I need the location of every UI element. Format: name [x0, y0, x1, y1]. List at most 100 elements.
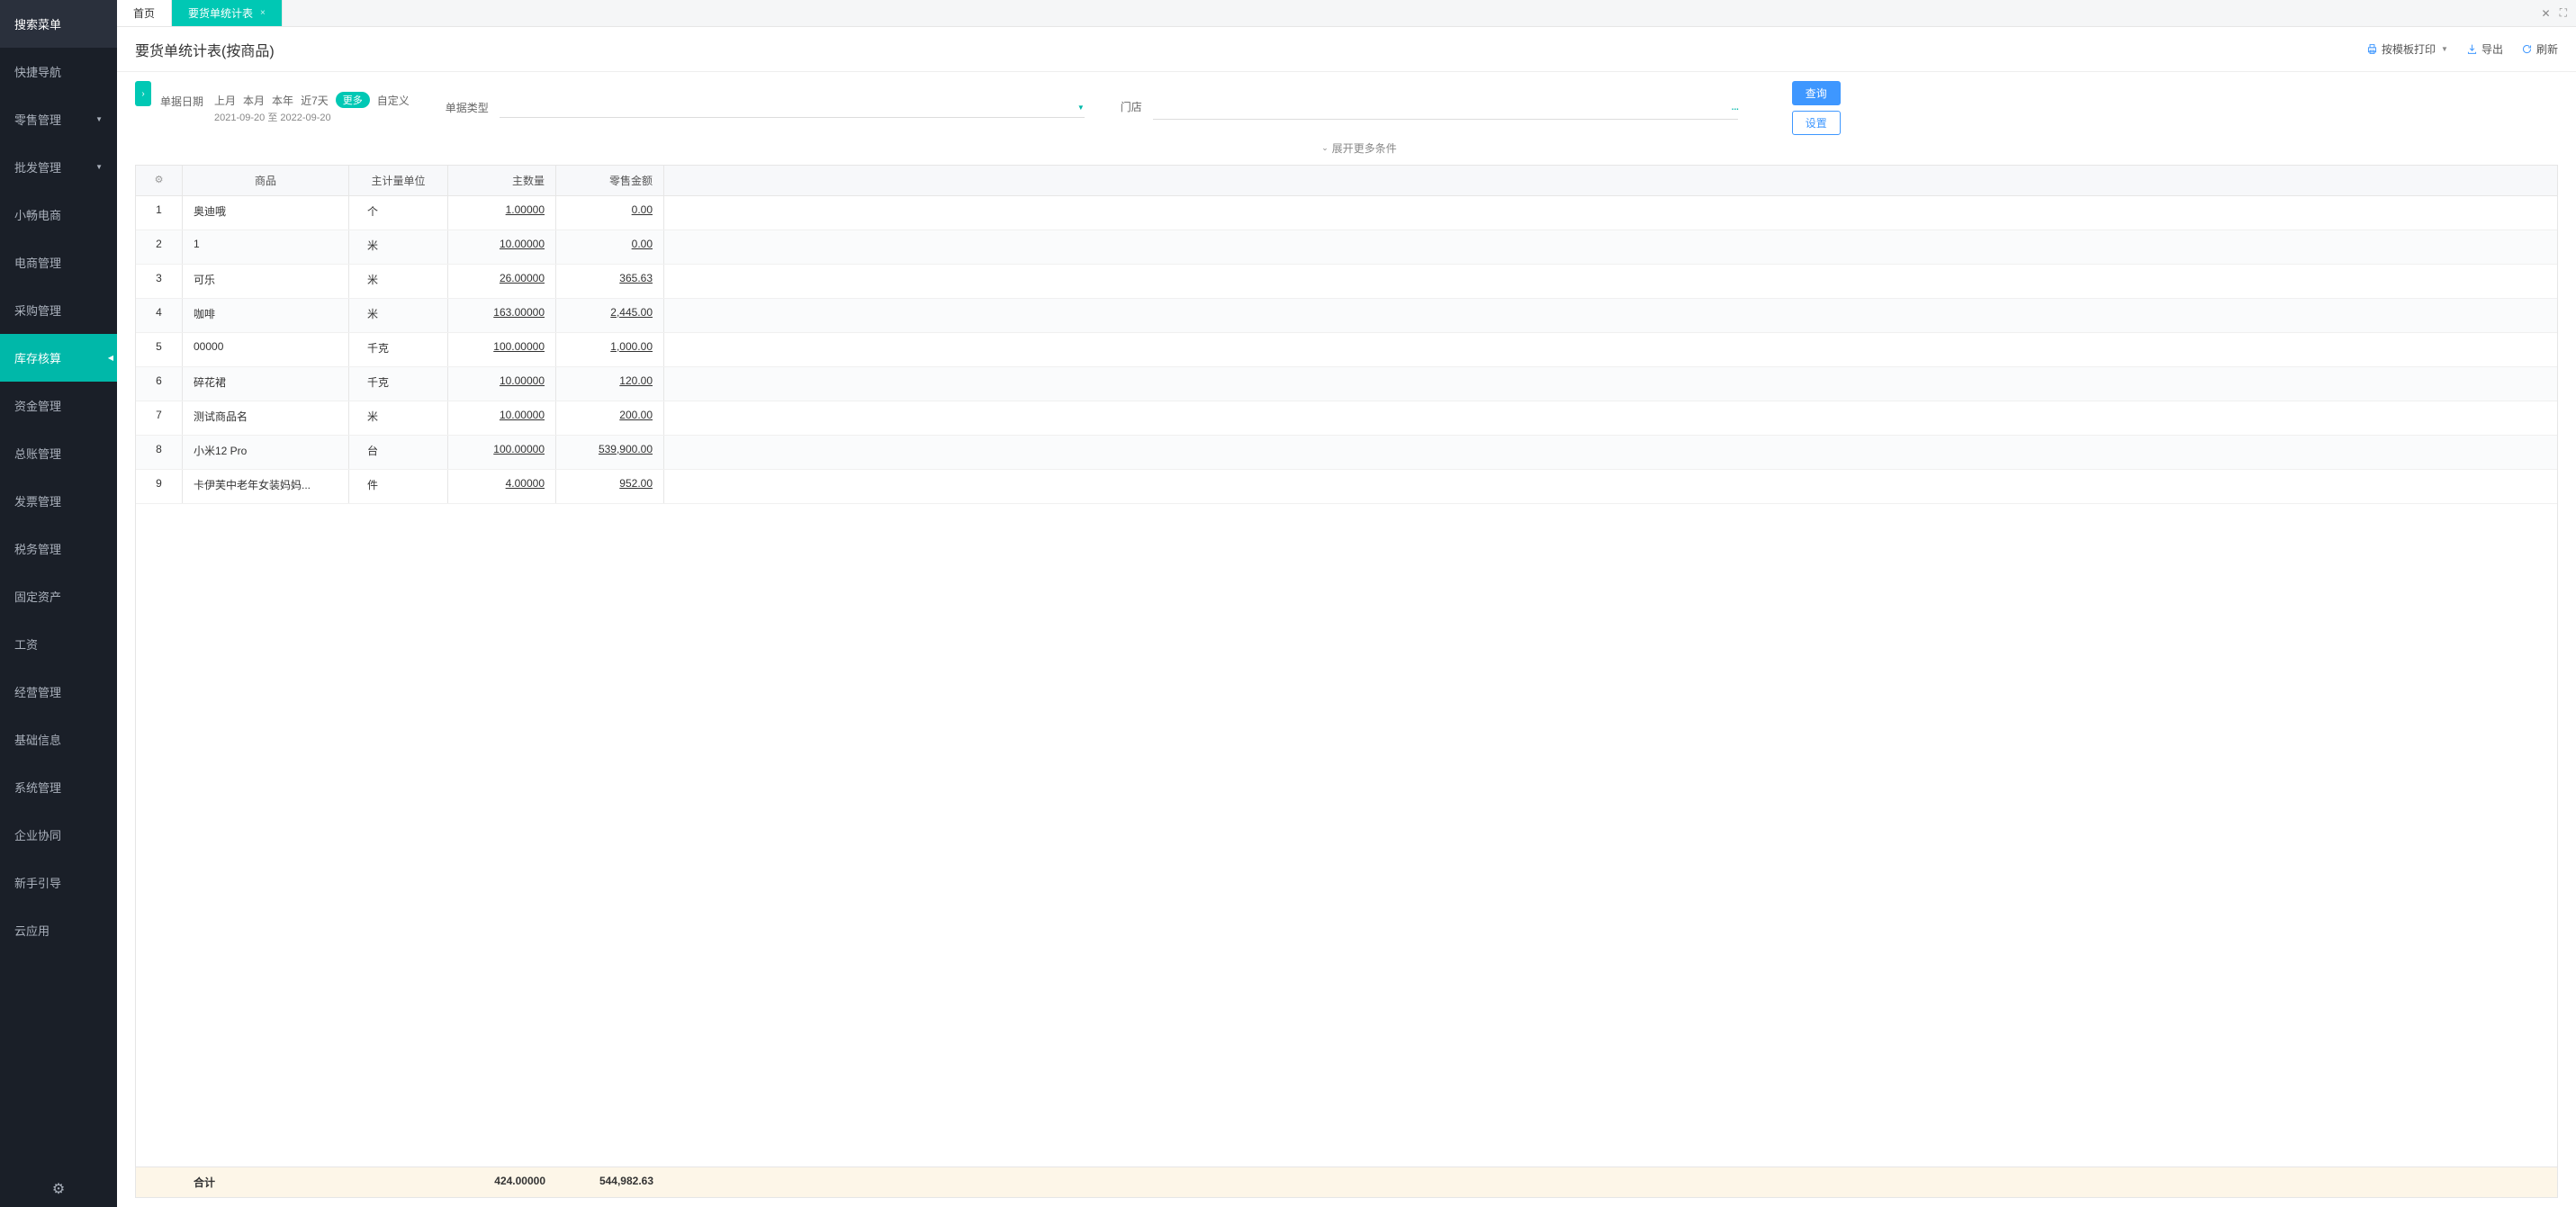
collapse-filter-toggle[interactable]: › [135, 81, 151, 106]
chevron-down-icon: ▼ [95, 115, 103, 123]
cell-amount[interactable]: 0.00 [556, 196, 664, 230]
cell-amount[interactable]: 1,000.00 [556, 333, 664, 366]
close-icon[interactable]: × [260, 8, 266, 18]
sidebar-item-label: 搜索菜单 [14, 15, 61, 32]
cell-unit: 千克 [349, 333, 448, 366]
query-button[interactable]: 查询 [1792, 81, 1841, 105]
export-button[interactable]: 导出 [2466, 41, 2503, 57]
table-header: ⚙ 商品 主计量单位 主数量 零售金额 [136, 166, 2557, 196]
tab-bar: 首页要货单统计表× ✕ ⛶ [117, 0, 2576, 27]
tab-0[interactable]: 首页 [117, 0, 172, 26]
cell-qty[interactable]: 10.00000 [448, 230, 556, 264]
sidebar-item-label: 库存核算 [14, 349, 61, 366]
sidebar-item-18[interactable]: 新手引导 [0, 859, 117, 906]
table-row[interactable]: 1奥迪哦个1.000000.00 [136, 196, 2557, 230]
doc-type-select[interactable]: ▼ [500, 98, 1085, 118]
cell-amount[interactable]: 0.00 [556, 230, 664, 264]
print-by-template-button[interactable]: 按模板打印 ▼ [2366, 41, 2448, 57]
filter-bar: › 单据日期 上月 本月 本年 近7天 更多 自定义 [117, 72, 2576, 165]
sidebar-item-12[interactable]: 固定资产 [0, 572, 117, 620]
sidebar-item-1[interactable]: 快捷导航 [0, 48, 117, 95]
table-row[interactable]: 21米10.000000.00 [136, 230, 2557, 265]
settings-button[interactable]: 设置 [1792, 111, 1841, 135]
footer-qty: 424.00000 [448, 1167, 556, 1197]
cell-amount[interactable]: 539,900.00 [556, 436, 664, 469]
cell-qty[interactable]: 26.00000 [448, 265, 556, 298]
filter-store-label: 门店 [1121, 97, 1142, 114]
sidebar-item-label: 固定资产 [14, 588, 61, 605]
cell-qty[interactable]: 100.00000 [448, 333, 556, 366]
cell-amount[interactable]: 200.00 [556, 401, 664, 435]
sidebar-item-label: 系统管理 [14, 779, 61, 796]
cell-amount[interactable]: 2,445.00 [556, 299, 664, 332]
col-header-product[interactable]: 商品 [183, 166, 349, 195]
export-icon [2466, 43, 2478, 55]
main: 首页要货单统计表× ✕ ⛶ 要货单统计表(按商品) 按模板打印 ▼ 导出 [117, 0, 2576, 1207]
table-row[interactable]: 6碎花裙千克10.00000120.00 [136, 367, 2557, 401]
table-container: ⚙ 商品 主计量单位 主数量 零售金额 1奥迪哦个1.000000.0021米1… [117, 165, 2576, 1207]
sidebar: 搜索菜单快捷导航零售管理▼批发管理▼小畅电商电商管理采购管理库存核算资金管理总账… [0, 0, 117, 1207]
col-header-qty[interactable]: 主数量 [448, 166, 556, 195]
cell-qty[interactable]: 10.00000 [448, 367, 556, 401]
sidebar-item-3[interactable]: 批发管理▼ [0, 143, 117, 191]
print-icon [2366, 43, 2378, 55]
cell-unit: 台 [349, 436, 448, 469]
cell-index: 3 [136, 265, 183, 298]
date-shortcut-last-month[interactable]: 上月 [214, 93, 236, 108]
date-shortcut-this-year[interactable]: 本年 [272, 93, 293, 108]
gear-icon[interactable]: ⚙ [52, 1180, 65, 1198]
sidebar-item-16[interactable]: 系统管理 [0, 763, 117, 811]
cell-qty[interactable]: 163.00000 [448, 299, 556, 332]
cell-qty[interactable]: 10.00000 [448, 401, 556, 435]
sidebar-item-15[interactable]: 基础信息 [0, 716, 117, 763]
cell-qty[interactable]: 4.00000 [448, 470, 556, 503]
store-select[interactable]: ··· [1153, 97, 1738, 120]
sidebar-item-2[interactable]: 零售管理▼ [0, 95, 117, 143]
expand-more-filters[interactable]: ⌄ 展开更多条件 [160, 135, 2558, 165]
fullscreen-icon[interactable]: ⛶ [2560, 6, 2567, 20]
date-shortcut-last-7[interactable]: 近7天 [301, 93, 329, 108]
sidebar-item-8[interactable]: 资金管理 [0, 382, 117, 429]
sidebar-item-9[interactable]: 总账管理 [0, 429, 117, 477]
sidebar-item-0[interactable]: 搜索菜单 [0, 0, 117, 48]
table-row[interactable]: 500000千克100.000001,000.00 [136, 333, 2557, 367]
col-header-amount[interactable]: 零售金额 [556, 166, 664, 195]
table-row[interactable]: 8小米12 Pro台100.00000539,900.00 [136, 436, 2557, 470]
date-shortcut-custom[interactable]: 自定义 [377, 93, 410, 108]
table-row[interactable]: 7测试商品名米10.00000200.00 [136, 401, 2557, 436]
cell-amount[interactable]: 365.63 [556, 265, 664, 298]
sidebar-item-13[interactable]: 工资 [0, 620, 117, 668]
table-row[interactable]: 9卡伊芙中老年女装妈妈...件4.00000952.00 [136, 470, 2557, 504]
tab-1[interactable]: 要货单统计表× [172, 0, 283, 26]
sidebar-item-11[interactable]: 税务管理 [0, 525, 117, 572]
col-header-unit[interactable]: 主计量单位 [349, 166, 448, 195]
cell-index: 6 [136, 367, 183, 401]
cell-amount[interactable]: 120.00 [556, 367, 664, 401]
sidebar-item-10[interactable]: 发票管理 [0, 477, 117, 525]
sidebar-item-19[interactable]: 云应用 [0, 906, 117, 954]
sidebar-item-label: 资金管理 [14, 397, 61, 414]
filter-doc-type: 单据类型 ▼ [446, 98, 1085, 118]
sidebar-item-5[interactable]: 电商管理 [0, 239, 117, 286]
cell-qty[interactable]: 1.00000 [448, 196, 556, 230]
date-shortcut-more[interactable]: 更多 [336, 92, 370, 108]
refresh-button[interactable]: 刷新 [2521, 41, 2558, 57]
filter-store: 门店 ··· [1121, 97, 1738, 120]
table-row[interactable]: 4咖啡米163.000002,445.00 [136, 299, 2557, 333]
cell-product: 奥迪哦 [183, 196, 349, 230]
sidebar-item-17[interactable]: 企业协同 [0, 811, 117, 859]
settings-column-icon[interactable]: ⚙ [155, 175, 164, 185]
sidebar-item-4[interactable]: 小畅电商 [0, 191, 117, 239]
table-row[interactable]: 3可乐米26.00000365.63 [136, 265, 2557, 299]
sidebar-item-14[interactable]: 经营管理 [0, 668, 117, 716]
cell-qty[interactable]: 100.00000 [448, 436, 556, 469]
cell-amount[interactable]: 952.00 [556, 470, 664, 503]
sidebar-item-label: 采购管理 [14, 302, 61, 319]
sidebar-item-label: 新手引导 [14, 874, 61, 891]
cell-index: 5 [136, 333, 183, 366]
sidebar-item-label: 快捷导航 [14, 63, 61, 80]
close-all-icon[interactable]: ✕ [2542, 7, 2551, 20]
sidebar-item-7[interactable]: 库存核算 [0, 334, 117, 382]
date-shortcut-this-month[interactable]: 本月 [243, 93, 265, 108]
sidebar-item-6[interactable]: 采购管理 [0, 286, 117, 334]
